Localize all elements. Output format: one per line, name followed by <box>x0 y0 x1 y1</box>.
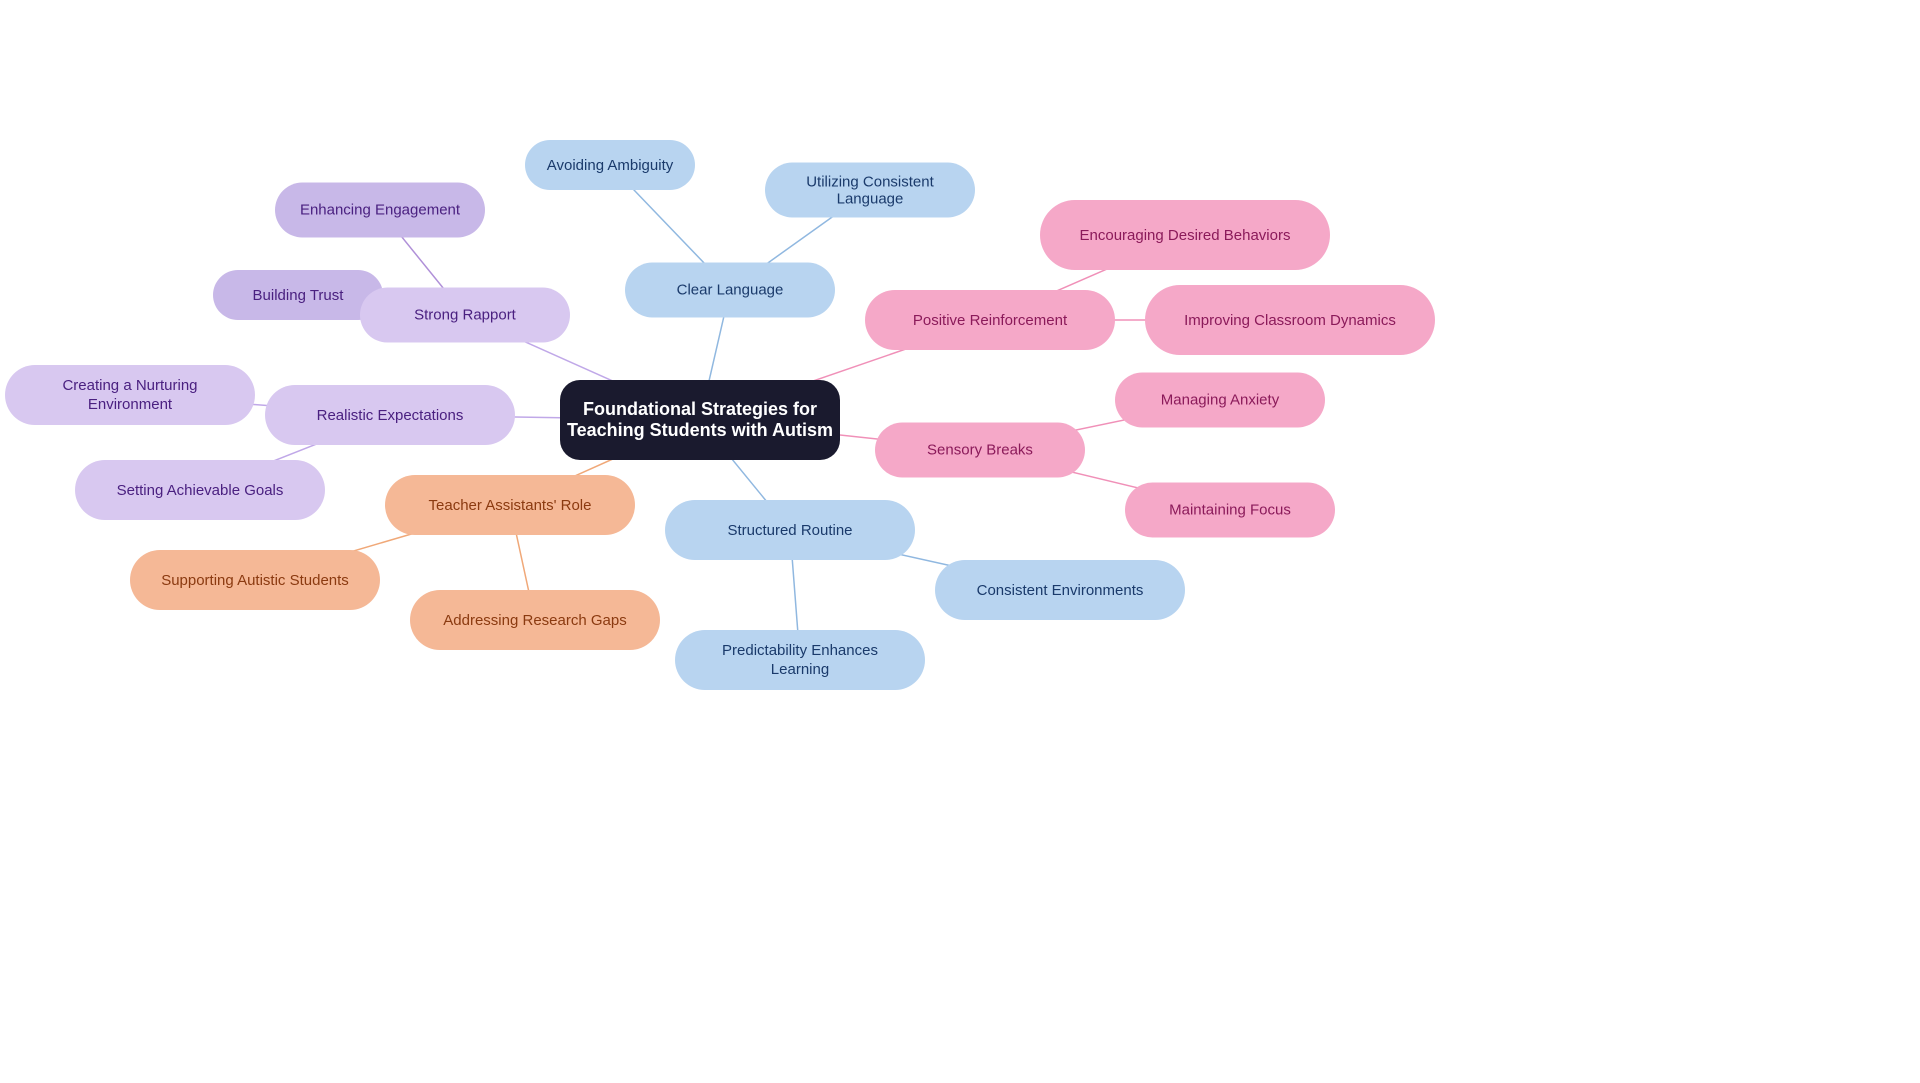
avoiding-ambiguity-node: Avoiding Ambiguity <box>525 140 695 190</box>
encouraging-desired-behaviors-node: Encouraging Desired Behaviors <box>1040 200 1330 270</box>
sensory-breaks-node: Sensory Breaks <box>875 423 1085 478</box>
mind-map: Foundational Strategies forTeaching Stud… <box>0 0 1920 1083</box>
creating-nurturing-environment-node: Creating a NurturingEnvironment <box>5 365 255 425</box>
maintaining-focus-node: Maintaining Focus <box>1125 483 1335 538</box>
enhancing-engagement-node: Enhancing Engagement <box>275 183 485 238</box>
consistent-environments-node: Consistent Environments <box>935 560 1185 620</box>
utilizing-consistent-language-node: Utilizing Consistent Language <box>765 163 975 218</box>
strong-rapport-node: Strong Rapport <box>360 288 570 343</box>
realistic-expectations-node: Realistic Expectations <box>265 385 515 445</box>
positive-reinforcement-node: Positive Reinforcement <box>865 290 1115 350</box>
supporting-autistic-students-node: Supporting Autistic Students <box>130 550 380 610</box>
building-trust-node: Building Trust <box>213 270 383 320</box>
center-node: Foundational Strategies forTeaching Stud… <box>560 380 840 460</box>
teacher-assistants-role-node: Teacher Assistants' Role <box>385 475 635 535</box>
addressing-research-gaps-node: Addressing Research Gaps <box>410 590 660 650</box>
improving-classroom-dynamics-node: Improving Classroom Dynamics <box>1145 285 1435 355</box>
setting-achievable-goals-node: Setting Achievable Goals <box>75 460 325 520</box>
predictability-enhances-learning-node: Predictability EnhancesLearning <box>675 630 925 690</box>
managing-anxiety-node: Managing Anxiety <box>1115 373 1325 428</box>
clear-language-node: Clear Language <box>625 263 835 318</box>
structured-routine-node: Structured Routine <box>665 500 915 560</box>
connections-svg <box>0 0 1920 1083</box>
